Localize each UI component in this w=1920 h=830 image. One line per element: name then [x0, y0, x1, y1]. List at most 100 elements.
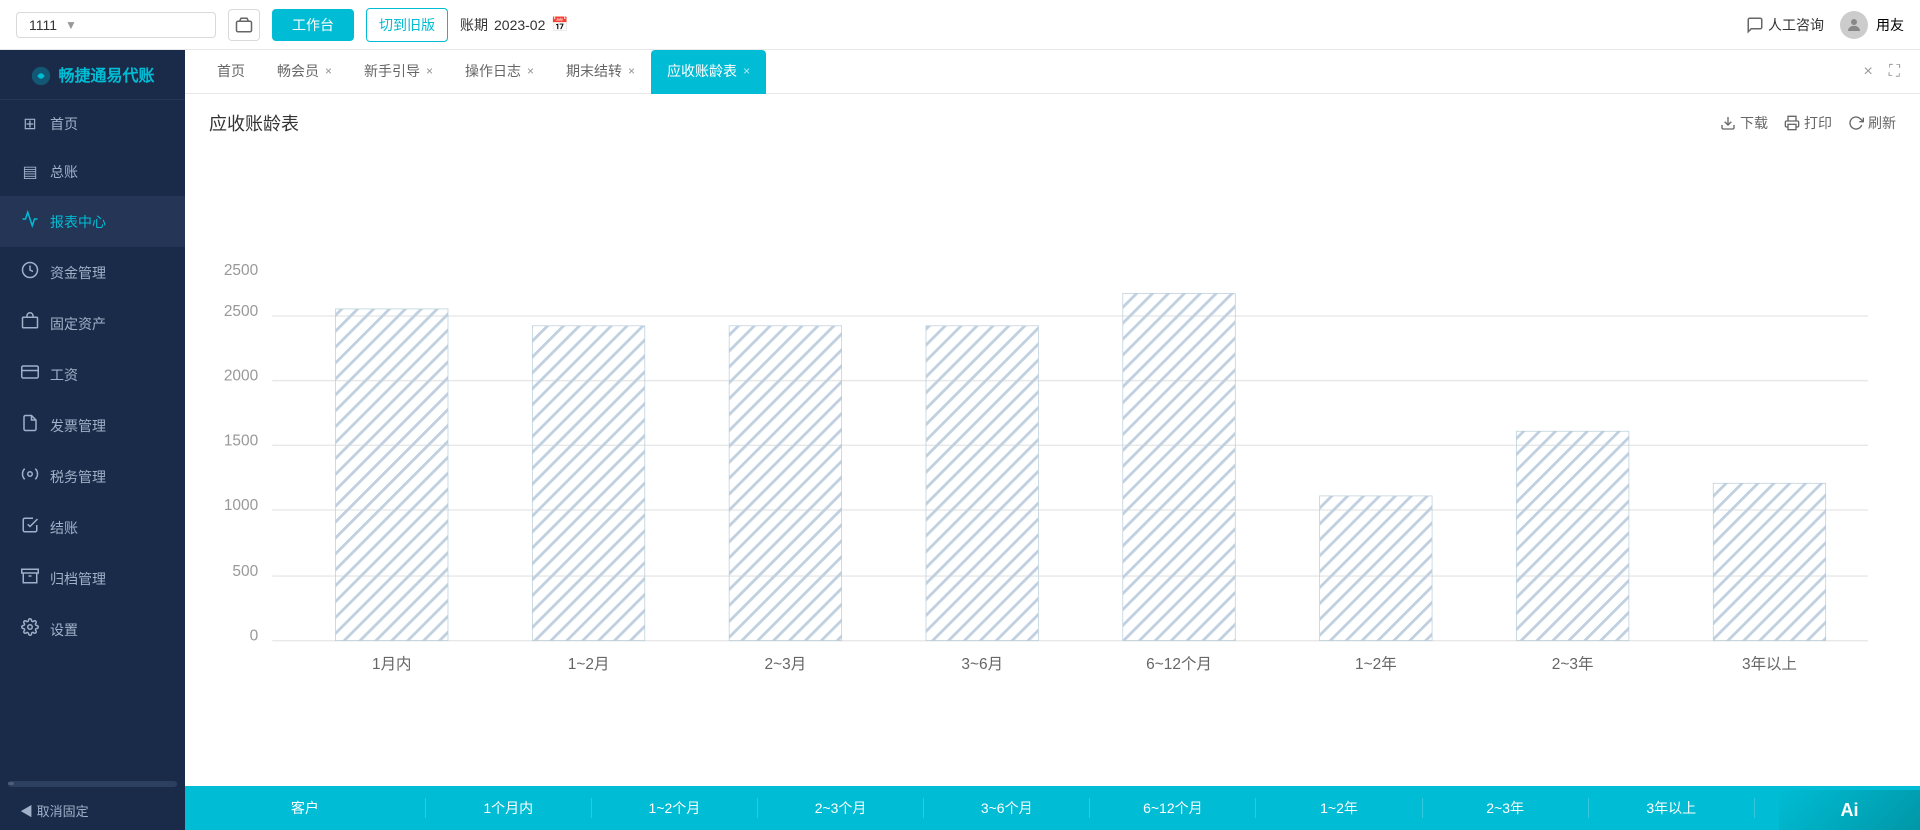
- sidebar: 畅捷通易代账 ⊞ 首页 ▤ 总账 报表中心 资金管理: [0, 50, 185, 830]
- sidebar-label-archive: 归档管理: [50, 569, 106, 589]
- invoice-icon: [20, 414, 40, 437]
- tab-guide-label: 新手引导: [364, 61, 420, 81]
- x-label-1月内: 1月内: [372, 655, 412, 673]
- tab-guide-close[interactable]: ×: [426, 64, 433, 78]
- sidebar-item-ledger[interactable]: ▤ 总账: [0, 148, 185, 196]
- sidebar-item-archive[interactable]: 归档管理: [0, 553, 185, 604]
- download-button[interactable]: 下载: [1720, 113, 1768, 133]
- sidebar-item-closing[interactable]: 结账: [0, 502, 185, 553]
- company-selector[interactable]: 1111 ▼: [16, 12, 216, 38]
- sidebar-item-home[interactable]: ⊞ 首页: [0, 100, 185, 148]
- calendar-icon[interactable]: 📅: [551, 16, 568, 33]
- cancel-fixed-button[interactable]: ◀ 取消固定: [0, 791, 185, 830]
- table-col-2-3m: 2~3个月: [758, 798, 924, 818]
- archive-button[interactable]: [228, 9, 260, 41]
- chevron-down-icon: ▼: [65, 18, 77, 32]
- bar-2-3年: [1516, 431, 1628, 640]
- tab-expand-button[interactable]: ⛶: [1885, 59, 1904, 85]
- main-layout: 畅捷通易代账 ⊞ 首页 ▤ 总账 报表中心 资金管理: [0, 50, 1920, 830]
- tab-bar: 首页 畅会员 × 新手引导 × 操作日志 × 期末结转 × 应收账龄表 ×: [185, 50, 1920, 94]
- tab-bar-actions: × ⛶: [1859, 59, 1904, 85]
- x-label-1-2月: 1~2月: [568, 656, 610, 673]
- tab-guide[interactable]: 新手引导 ×: [348, 50, 449, 94]
- svg-text:1500: 1500: [224, 432, 258, 449]
- bar-2-3月: [729, 326, 841, 641]
- ai-badge[interactable]: Ai: [1779, 790, 1920, 830]
- settings-icon: [20, 618, 40, 641]
- sidebar-label-reports: 报表中心: [50, 212, 106, 232]
- tab-aging-label: 应收账龄表: [667, 61, 737, 81]
- table-header: 客户 1个月内 1~2个月 2~3个月 3~6个月 6~12个月 1~2年 2~…: [185, 786, 1920, 830]
- consult-label: 人工咨询: [1768, 15, 1824, 35]
- table-col-3-6m: 3~6个月: [924, 798, 1090, 818]
- page-title: 应收账龄表: [209, 110, 299, 136]
- table-col-6-12m: 6~12个月: [1090, 798, 1256, 818]
- sidebar-label-tax: 税务管理: [50, 467, 106, 487]
- x-label-1-2年: 1~2年: [1355, 655, 1397, 673]
- tab-member[interactable]: 畅会员 ×: [261, 50, 348, 94]
- svg-text:2500: 2500: [224, 262, 258, 279]
- tab-home[interactable]: 首页: [201, 50, 261, 94]
- sidebar-item-settings[interactable]: 设置: [0, 604, 185, 655]
- svg-text:2500: 2500: [224, 303, 258, 320]
- sidebar-item-funds[interactable]: 资金管理: [0, 247, 185, 298]
- user-info[interactable]: 用友: [1840, 11, 1904, 39]
- sidebar-item-assets[interactable]: 固定资产: [0, 298, 185, 349]
- table-col-2-3y: 2~3年: [1423, 798, 1589, 818]
- page-actions: 下载 打印 刷新: [1720, 113, 1896, 133]
- sidebar-label-closing: 结账: [50, 518, 78, 538]
- bar-6-12月: [1123, 293, 1235, 640]
- table-col-3y-plus: 3年以上: [1589, 798, 1755, 818]
- refresh-button[interactable]: 刷新: [1848, 113, 1896, 133]
- closing-icon: [20, 516, 40, 539]
- ledger-icon: ▤: [20, 162, 40, 182]
- chart-svg-wrapper: 0 500 1000 1500 2000 2500 2500: [209, 168, 1896, 776]
- consult-button[interactable]: 人工咨询: [1746, 15, 1824, 35]
- sidebar-label-payroll: 工资: [50, 365, 78, 385]
- archive-icon: [20, 567, 40, 590]
- x-label-2-3月: 2~3月: [765, 656, 807, 673]
- print-button[interactable]: 打印: [1784, 113, 1832, 133]
- top-header: 1111 ▼ 工作台 切到旧版 账期 2023-02 📅 人工咨询 用友: [0, 0, 1920, 50]
- company-name: 1111: [29, 17, 57, 33]
- content-area: 首页 畅会员 × 新手引导 × 操作日志 × 期末结转 × 应收账龄表 ×: [185, 50, 1920, 830]
- ai-label: Ai: [1841, 800, 1859, 821]
- period-label: 账期: [460, 15, 488, 35]
- sidebar-item-payroll[interactable]: 工资: [0, 349, 185, 400]
- tab-period-end-label: 期末结转: [566, 61, 622, 81]
- table-col-customer: 客户: [185, 798, 426, 818]
- bar-chart-svg: 0 500 1000 1500 2000 2500 2500: [209, 168, 1896, 776]
- tab-aging[interactable]: 应收账龄表 ×: [651, 50, 766, 94]
- download-label: 下载: [1740, 113, 1768, 133]
- workbench-button[interactable]: 工作台: [272, 9, 354, 41]
- tab-period-end-close[interactable]: ×: [628, 64, 635, 78]
- x-label-6-12月: 6~12个月: [1146, 655, 1212, 673]
- x-label-3-6月: 3~6月: [961, 656, 1003, 673]
- tab-oplog-close[interactable]: ×: [527, 64, 534, 78]
- sidebar-label-home: 首页: [50, 114, 78, 134]
- sidebar-item-invoice[interactable]: 发票管理: [0, 400, 185, 451]
- table-col-1m: 1个月内: [426, 798, 592, 818]
- switch-old-button[interactable]: 切到旧版: [366, 8, 448, 42]
- svg-text:0: 0: [250, 628, 259, 645]
- bar-1-2年: [1320, 496, 1432, 641]
- page-header: 应收账龄表 下载: [185, 94, 1920, 148]
- bar-3-6月: [926, 326, 1038, 641]
- tab-aging-close[interactable]: ×: [743, 64, 750, 78]
- table-col-1-2y: 1~2年: [1256, 798, 1422, 818]
- tab-period-end[interactable]: 期末结转 ×: [550, 50, 651, 94]
- header-right: 人工咨询 用友: [1746, 11, 1904, 39]
- tab-close-all-button[interactable]: ×: [1859, 59, 1876, 85]
- payroll-icon: [20, 363, 40, 386]
- tab-member-close[interactable]: ×: [325, 64, 332, 78]
- assets-icon: [20, 312, 40, 335]
- sidebar-item-tax[interactable]: 税务管理: [0, 451, 185, 502]
- sidebar-logo: 畅捷通易代账: [0, 50, 185, 100]
- home-icon: ⊞: [20, 114, 40, 134]
- bar-1月内: [336, 309, 448, 641]
- table-col-1-2m: 1~2个月: [592, 798, 758, 818]
- tab-oplog[interactable]: 操作日志 ×: [449, 50, 550, 94]
- sidebar-item-reports[interactable]: 报表中心: [0, 196, 185, 247]
- x-label-2-3年: 2~3年: [1552, 655, 1594, 673]
- tax-icon: [20, 465, 40, 488]
